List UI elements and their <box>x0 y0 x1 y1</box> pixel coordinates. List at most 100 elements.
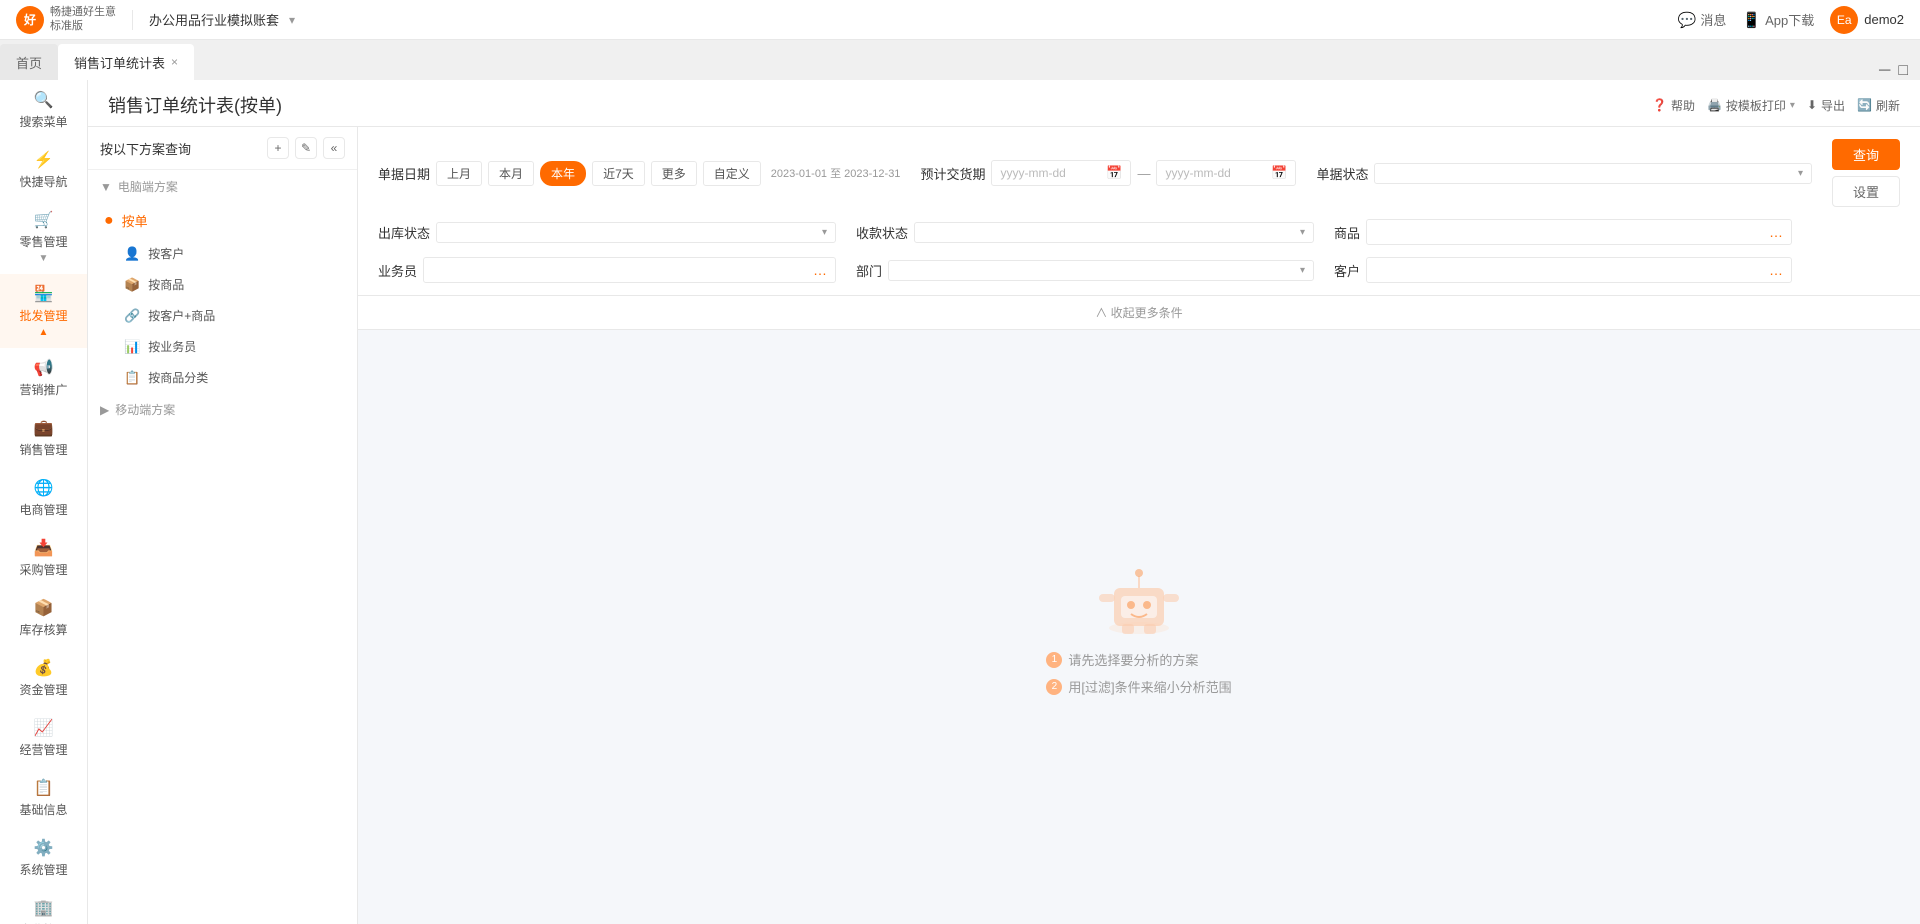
left-panel-title: 按以下方案查询 <box>100 139 191 158</box>
app-download-btn[interactable]: 📱 App下载 <box>1742 10 1814 29</box>
topbar: 好 畅捷通好生意 标准版 办公用品行业模拟账套 ▾ 💬 消息 📱 App下载 E… <box>0 0 1920 40</box>
date-btn-custom[interactable]: 自定义 <box>703 161 761 186</box>
salesperson-input[interactable]: … <box>423 257 836 283</box>
status-select[interactable]: ▾ <box>1374 163 1812 184</box>
message-btn[interactable]: 💬 消息 <box>1678 10 1727 29</box>
sidebar-finance-label: 资金管理 <box>19 681 67 698</box>
customer-block: 客户 … <box>1334 257 1792 283</box>
date-btn-more[interactable]: 更多 <box>651 161 697 186</box>
logo-text: 畅捷通好生意 标准版 <box>50 6 116 32</box>
refresh-btn[interactable]: 🔄 刷新 <box>1857 97 1900 114</box>
filter-section: 单据日期 上月 本月 本年 近7天 更多 自定义 2023-01-01 至 20… <box>358 127 1920 296</box>
tab-sales-order-stats[interactable]: 销售订单统计表 × <box>58 44 194 80</box>
collapse-panel-btn[interactable]: « <box>323 137 345 159</box>
tree-group-pc[interactable]: ▼ 电脑端方案 <box>88 170 357 203</box>
page-actions: ❓ 帮助 🖨️ 按模板打印 ▾ ⬇ 导出 🔄 刷新 <box>1652 97 1900 114</box>
delivery-date-end-placeholder: yyyy-mm-dd <box>1165 166 1230 180</box>
scheme-by-customer[interactable]: 👤 按客户 <box>88 238 357 269</box>
sidebar-item-enterprise[interactable]: 🏢 企业协同 <box>0 888 87 924</box>
minimize-btn[interactable]: ─ <box>1879 62 1890 80</box>
by-order-label: 按单 <box>122 211 148 230</box>
sidebar-item-basicinfo[interactable]: 📋 基础信息 <box>0 768 87 828</box>
by-customer-icon: 👤 <box>124 246 140 262</box>
by-salesperson-label: 按业务员 <box>148 338 196 355</box>
print-btn[interactable]: 🖨️ 按模板打印 ▾ <box>1707 97 1795 114</box>
salesperson-ellipsis-btn[interactable]: … <box>813 262 827 278</box>
sidebar-item-quicknav[interactable]: ⚡ 快捷导航 <box>0 140 87 200</box>
help-btn[interactable]: ❓ 帮助 <box>1652 97 1695 114</box>
sidebar-item-retail[interactable]: 🛒 零售管理 ▼ <box>0 200 87 274</box>
scheme-by-customer-goods[interactable]: 🔗 按客户+商品 <box>88 300 357 331</box>
date-btn-this-year[interactable]: 本年 <box>540 161 586 186</box>
pay-status-label: 收款状态 <box>856 223 908 242</box>
export-btn[interactable]: ⬇ 导出 <box>1807 97 1845 114</box>
dept-select[interactable]: ▾ <box>888 260 1314 281</box>
scheme-by-order[interactable]: ● 按单 <box>88 203 357 238</box>
pay-status-select[interactable]: ▾ <box>914 222 1314 243</box>
sidebar-operations-label: 经营管理 <box>19 741 67 758</box>
delivery-date-label: 预计交货期 <box>920 164 985 183</box>
refresh-icon: 🔄 <box>1857 98 1872 112</box>
empty-tips: 1 请先选择要分析的方案 2 用[过滤]条件来缩小分析范围 <box>1046 650 1231 696</box>
scheme-by-goods[interactable]: 📦 按商品 <box>88 269 357 300</box>
enterprise-icon: 🏢 <box>34 898 54 918</box>
delivery-date-start-placeholder: yyyy-mm-dd <box>1000 166 1065 180</box>
tab-close-icon[interactable]: × <box>171 55 178 69</box>
ship-status-label: 出库状态 <box>378 223 430 242</box>
topbar-dropdown-arrow[interactable]: ▾ <box>289 13 295 27</box>
inner-layout: 按以下方案查询 + ✎ « ▼ <box>88 127 1920 924</box>
sidebar-item-wholesale[interactable]: 🏪 批发管理 ▲ <box>0 274 87 348</box>
logo-icon: 好 <box>16 6 44 34</box>
customer-ellipsis-btn[interactable]: … <box>1769 262 1783 278</box>
customer-input[interactable]: … <box>1366 257 1792 283</box>
date-btn-last7[interactable]: 近7天 <box>592 161 645 186</box>
add-scheme-btn[interactable]: + <box>267 137 289 159</box>
user-profile[interactable]: Ea demo2 <box>1830 6 1904 34</box>
date-btn-this-month[interactable]: 本月 <box>488 161 534 186</box>
tip-num-2: 2 <box>1046 679 1062 695</box>
scheme-by-category[interactable]: 📋 按商品分类 <box>88 362 357 393</box>
download-icon: 📱 <box>1742 11 1761 29</box>
tip-num-1: 1 <box>1046 652 1062 668</box>
by-category-label: 按商品分类 <box>148 369 208 386</box>
collapse-row[interactable]: ∧ 收起更多条件 <box>358 296 1920 330</box>
sidebar-inventory-label: 库存核算 <box>19 621 67 638</box>
sidebar-quicknav-label: 快捷导航 <box>19 173 67 190</box>
query-btn[interactable]: 查询 <box>1832 139 1900 170</box>
tree-group-mobile-arrow: ▶ <box>100 403 109 417</box>
left-panel: 按以下方案查询 + ✎ « ▼ <box>88 127 358 924</box>
edit-scheme-btn[interactable]: ✎ <box>295 137 317 159</box>
sidebar-item-marketing[interactable]: 📢 营销推广 <box>0 348 87 408</box>
sidebar-item-operations[interactable]: 📈 经营管理 <box>0 708 87 768</box>
date-btn-last-month[interactable]: 上月 <box>436 161 482 186</box>
maximize-btn[interactable]: □ <box>1898 62 1908 80</box>
ship-status-select[interactable]: ▾ <box>436 222 836 243</box>
sidebar-item-ecommerce[interactable]: 🌐 电商管理 <box>0 468 87 528</box>
tabbar-actions: ─ □ <box>1867 62 1920 80</box>
goods-ellipsis-btn[interactable]: … <box>1769 224 1783 240</box>
goods-input[interactable]: … <box>1366 219 1792 245</box>
sidebar-item-purchase[interactable]: 📥 采购管理 <box>0 528 87 588</box>
filter-row-1: 单据日期 上月 本月 本年 近7天 更多 自定义 2023-01-01 至 20… <box>378 139 1900 207</box>
operations-icon: 📈 <box>34 718 54 738</box>
filter-row-3: 业务员 … 部门 ▾ <box>378 257 1900 283</box>
content-area: 销售订单统计表(按单) ❓ 帮助 🖨️ 按模板打印 ▾ ⬇ 导出 🔄 刷新 <box>88 80 1920 924</box>
delivery-date-end-input[interactable]: yyyy-mm-dd 📅 <box>1156 160 1296 186</box>
delivery-date-start-input[interactable]: yyyy-mm-dd 📅 <box>991 160 1131 186</box>
set-btn[interactable]: 设置 <box>1832 176 1900 207</box>
print-dropdown-arrow[interactable]: ▾ <box>1790 100 1795 111</box>
sidebar-purchase-label: 采购管理 <box>19 561 67 578</box>
sidebar-item-sales[interactable]: 💼 销售管理 <box>0 408 87 468</box>
tree-group-mobile[interactable]: ▶ 移动端方案 <box>88 393 357 426</box>
ecommerce-icon: 🌐 <box>34 478 54 498</box>
sidebar-item-search[interactable]: 🔍 搜索菜单 <box>0 80 87 140</box>
scheme-by-salesperson[interactable]: 📊 按业务员 <box>88 331 357 362</box>
sidebar-item-system[interactable]: ⚙️ 系统管理 <box>0 828 87 888</box>
inventory-icon: 📦 <box>34 598 54 618</box>
sidebar-item-finance[interactable]: 💰 资金管理 <box>0 648 87 708</box>
sidebar-item-inventory[interactable]: 📦 库存核算 <box>0 588 87 648</box>
date-label: 单据日期 <box>378 164 430 183</box>
tab-home[interactable]: 首页 <box>0 44 58 80</box>
quicknav-icon: ⚡ <box>34 150 54 170</box>
dept-label: 部门 <box>856 261 882 280</box>
